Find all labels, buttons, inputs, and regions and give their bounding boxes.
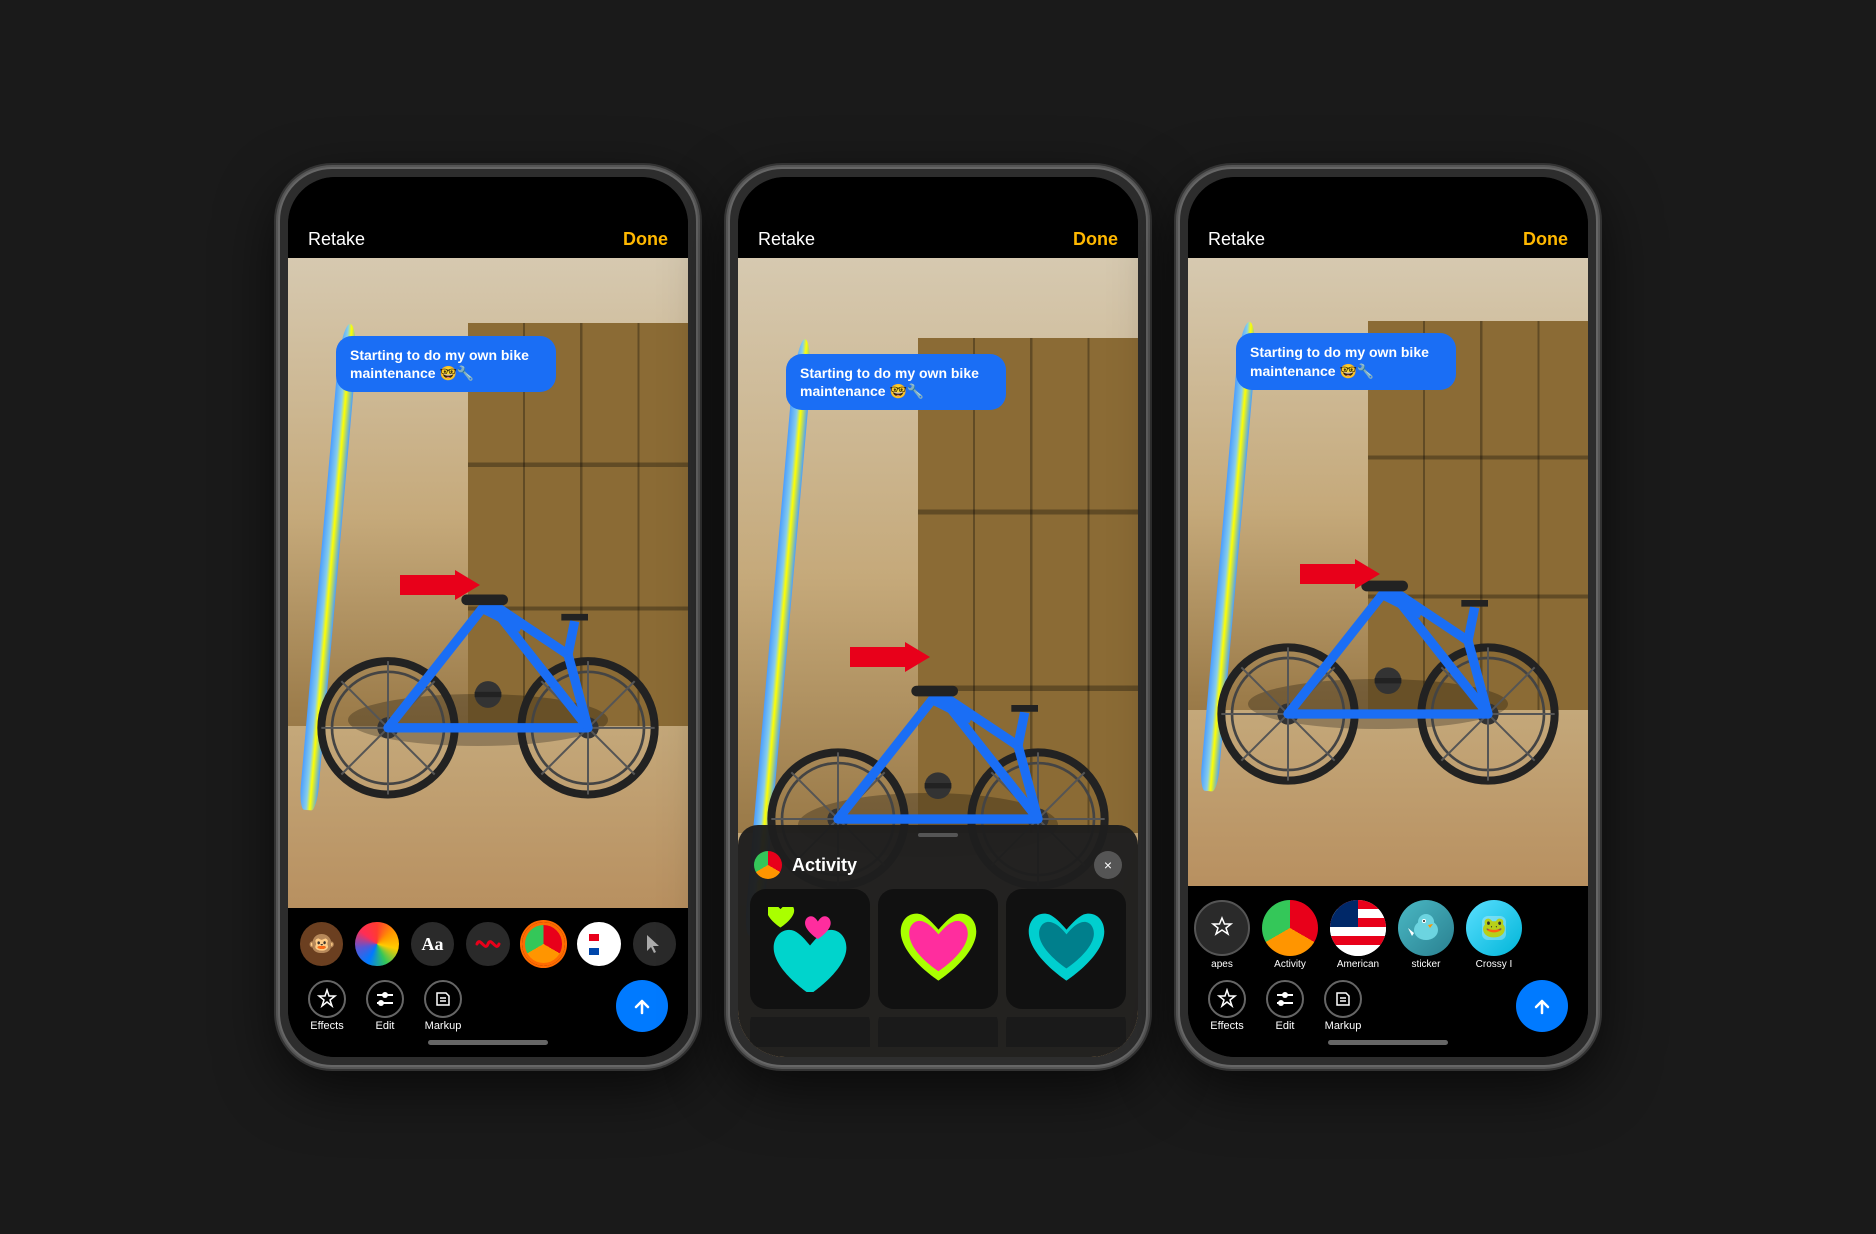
tray-sticker[interactable]: sticker xyxy=(1396,900,1456,970)
cursor-icon-1[interactable] xyxy=(633,922,676,966)
sticker-grid-row2 xyxy=(738,1017,1138,1047)
photo-area-1: Starting to do my own bike maintenance 🤓… xyxy=(288,258,688,908)
phone-2: Retake Done xyxy=(728,167,1148,1067)
phone-1: Retake Done xyxy=(278,167,698,1067)
effects-button-3[interactable]: Effects xyxy=(1208,980,1246,1032)
sticker-tray-3: apes Activity xyxy=(1188,894,1588,972)
activity-title: Activity xyxy=(754,851,857,879)
send-button-3[interactable] xyxy=(1516,980,1568,1032)
tray-crossy[interactable]: 🐸 Crossy I xyxy=(1464,900,1524,970)
svg-text:🐸: 🐸 xyxy=(1482,917,1507,939)
edit-button-1[interactable]: Edit xyxy=(366,980,404,1032)
activity-overlay: Activity × xyxy=(738,825,1138,1057)
activity-title-text: Activity xyxy=(792,855,857,876)
retake-button-3[interactable]: Retake xyxy=(1208,229,1265,250)
markup-button-1[interactable]: Markup xyxy=(424,980,462,1032)
tray-activity[interactable]: Activity xyxy=(1260,900,1320,970)
retake-button-2[interactable]: Retake xyxy=(758,229,815,250)
sticker-item-2[interactable] xyxy=(878,889,998,1009)
nav-bar-3: Retake Done xyxy=(1188,221,1588,258)
bike-photo-3: Starting to do my own bike maintenance 🤓… xyxy=(1188,258,1588,886)
tray-american[interactable]: American xyxy=(1328,900,1388,970)
nav-bar-1: Retake Done xyxy=(288,221,688,258)
text-bubble-3: Starting to do my own bike maintenance 🤓… xyxy=(1236,333,1456,389)
notch-3 xyxy=(1308,177,1468,207)
home-indicator-3 xyxy=(1328,1040,1448,1045)
red-arrow-1 xyxy=(400,570,470,600)
retake-button-1[interactable]: Retake xyxy=(308,229,365,250)
sticker-item-1[interactable] xyxy=(750,889,870,1009)
bike-photo-1: Starting to do my own bike maintenance 🤓… xyxy=(288,258,688,908)
scribble-icon-1[interactable] xyxy=(466,922,509,966)
sticker-icons-row-1: 🐵 Aa xyxy=(288,916,688,972)
activity-icon-1[interactable] xyxy=(522,922,566,966)
nav-bar-2: Retake Done xyxy=(738,221,1138,258)
activity-close-button[interactable]: × xyxy=(1094,851,1122,879)
activity-title-icon xyxy=(754,851,782,879)
send-button-1[interactable] xyxy=(616,980,668,1032)
tray-shapes[interactable]: apes xyxy=(1192,900,1252,970)
done-button-3[interactable]: Done xyxy=(1523,229,1568,250)
memoji-icon-1[interactable]: 🐵 xyxy=(300,922,343,966)
done-button-2[interactable]: Done xyxy=(1073,229,1118,250)
done-button-1[interactable]: Done xyxy=(623,229,668,250)
edit-button-3[interactable]: Edit xyxy=(1266,980,1304,1032)
notch xyxy=(408,177,568,207)
phone-3: Retake Done xyxy=(1178,167,1598,1067)
bottom-toolbar-1: 🐵 Aa xyxy=(288,908,688,1057)
flag-icon-1[interactable] xyxy=(577,922,620,966)
sticker-item-3[interactable] xyxy=(1006,889,1126,1009)
phones-container: Retake Done xyxy=(258,147,1618,1087)
activity-header: Activity × xyxy=(738,837,1138,889)
effects-button-1[interactable]: Effects xyxy=(308,980,346,1032)
red-arrow-2 xyxy=(850,642,920,672)
red-arrow-3 xyxy=(1300,559,1370,589)
sticker-grid xyxy=(738,889,1138,1017)
colors-icon-1[interactable] xyxy=(355,922,398,966)
notch-2 xyxy=(858,177,1018,207)
text-bubble-2: Starting to do my own bike maintenance 🤓… xyxy=(786,354,1006,410)
markup-button-3[interactable]: Markup xyxy=(1324,980,1362,1032)
action-row-3: Effects xyxy=(1188,972,1588,1036)
bottom-toolbar-3: apes Activity xyxy=(1188,886,1588,1057)
action-row-1: Effects xyxy=(288,972,688,1036)
photo-area-3: Starting to do my own bike maintenance 🤓… xyxy=(1188,258,1588,886)
home-indicator-1 xyxy=(428,1040,548,1045)
text-bubble-1: Starting to do my own bike maintenance 🤓… xyxy=(336,336,556,392)
text-icon-1[interactable]: Aa xyxy=(411,922,454,966)
